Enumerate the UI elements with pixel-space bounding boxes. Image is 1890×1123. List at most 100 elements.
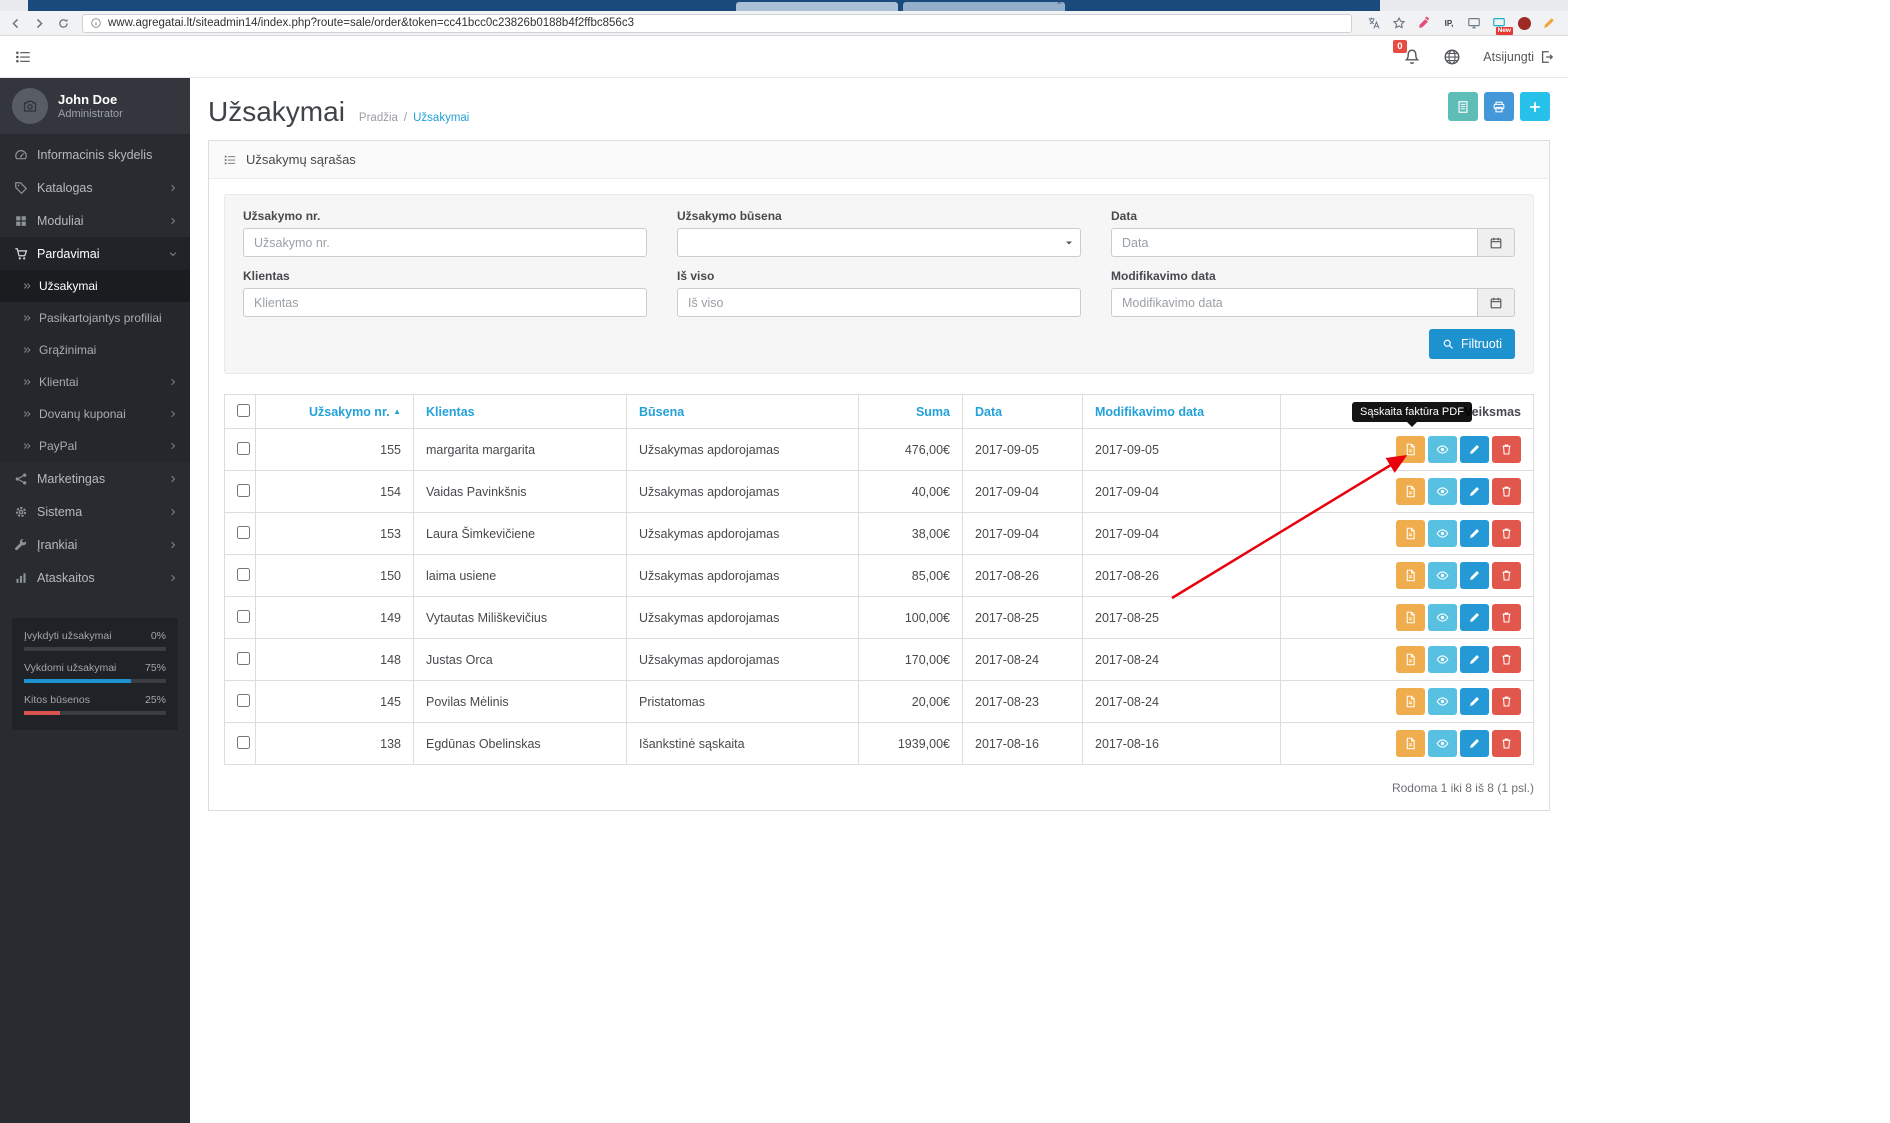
view-order-button[interactable] (1428, 562, 1457, 589)
logout-button[interactable]: Atsijungti (1483, 50, 1554, 64)
caret-down-icon (1063, 237, 1075, 249)
breadcrumb-separator: / (403, 112, 408, 124)
order-status-select[interactable] (677, 228, 1081, 257)
sort-total[interactable]: Suma (916, 405, 950, 419)
sidebar-subitem-returns[interactable]: Grąžinimai (0, 334, 190, 366)
forward-button[interactable] (30, 14, 49, 33)
edit-order-button[interactable] (1460, 562, 1489, 589)
edit-order-button[interactable] (1460, 688, 1489, 715)
delete-order-button[interactable] (1492, 688, 1521, 715)
sort-status[interactable]: Būsena (639, 405, 684, 419)
translate-icon[interactable] (1365, 14, 1383, 32)
delete-order-button[interactable] (1492, 436, 1521, 463)
view-order-button[interactable] (1428, 520, 1457, 547)
sidebar-item-tools[interactable]: Įrankiai (0, 528, 190, 561)
reload-button[interactable] (54, 14, 73, 33)
row-checkbox[interactable] (237, 441, 250, 455)
row-checkbox[interactable] (237, 693, 250, 707)
view-order-button[interactable] (1428, 604, 1457, 631)
invoice-pdf-button[interactable] (1396, 436, 1425, 463)
add-order-button[interactable] (1520, 92, 1550, 121)
sidebar-subitem-paypal[interactable]: PayPal (0, 430, 190, 462)
view-order-button[interactable] (1428, 730, 1457, 757)
invoice-pdf-button[interactable] (1396, 646, 1425, 673)
edit-order-button[interactable] (1460, 436, 1489, 463)
bookmark-star-icon[interactable] (1390, 14, 1408, 32)
sidebar-subitem-recurring-profiles[interactable]: Pasikartojantys profiliai (0, 302, 190, 334)
delete-order-button[interactable] (1492, 478, 1521, 505)
view-order-button[interactable] (1428, 646, 1457, 673)
filter-field-modified: Modifikavimo data (1111, 269, 1515, 317)
row-checkbox[interactable] (237, 651, 250, 665)
sidebar-item-dashboard[interactable]: Informacinis skydelis (0, 138, 190, 171)
sidebar-subitem-orders[interactable]: Užsakymai (0, 270, 190, 302)
sidebar-item-modules[interactable]: Moduliai (0, 204, 190, 237)
delete-order-button[interactable] (1492, 520, 1521, 547)
date-picker-button[interactable] (1478, 228, 1515, 257)
customer-input[interactable] (243, 288, 647, 317)
user-profile[interactable]: John Doe Administrator (0, 78, 190, 134)
invoice-pdf-button[interactable] (1396, 478, 1425, 505)
sidebar-item-system[interactable]: Sistema (0, 495, 190, 528)
sidebar-subitem-gift-vouchers[interactable]: Dovanų kuponai (0, 398, 190, 430)
invoice-pdf-button[interactable] (1396, 520, 1425, 547)
delete-order-button[interactable] (1492, 730, 1521, 757)
ip-extension-icon[interactable]: IP, (1440, 14, 1458, 32)
sidebar-item-catalog[interactable]: Katalogas (0, 171, 190, 204)
print-shipping-list-button[interactable] (1484, 92, 1514, 121)
page-info-icon[interactable] (90, 17, 102, 29)
edit-order-button[interactable] (1460, 730, 1489, 757)
modified-date-picker-button[interactable] (1478, 288, 1515, 317)
invoice-pdf-button[interactable] (1396, 562, 1425, 589)
modified-date-input[interactable] (1111, 288, 1478, 317)
browser-corner (0, 0, 28, 11)
print-invoice-button[interactable] (1448, 92, 1478, 121)
date-input[interactable] (1111, 228, 1478, 257)
order-nr-input[interactable] (243, 228, 647, 257)
storefront-button[interactable] (1443, 48, 1461, 66)
row-checkbox[interactable] (237, 483, 250, 497)
sidebar-item-reports[interactable]: Ataskaitos (0, 561, 190, 594)
invoice-pdf-button[interactable] (1396, 604, 1425, 631)
sidebar-item-marketing[interactable]: Marketingas (0, 462, 190, 495)
delete-order-button[interactable] (1492, 646, 1521, 673)
edit-extension-icon[interactable] (1540, 14, 1558, 32)
monitor-extension-icon[interactable] (1465, 14, 1483, 32)
sort-modified[interactable]: Modifikavimo data (1095, 405, 1204, 419)
row-checkbox[interactable] (237, 567, 250, 581)
edit-order-button[interactable] (1460, 478, 1489, 505)
colorpicker-extension-icon[interactable] (1415, 14, 1433, 32)
total-input[interactable] (677, 288, 1081, 317)
tab-close-icon[interactable]: × (1057, 0, 1062, 7)
edit-order-button[interactable] (1460, 646, 1489, 673)
view-order-button[interactable] (1428, 478, 1457, 505)
view-order-button[interactable] (1428, 688, 1457, 715)
sidebar-item-sales[interactable]: Pardavimai (0, 237, 190, 270)
row-checkbox[interactable] (237, 609, 250, 623)
edit-order-button[interactable] (1460, 604, 1489, 631)
breadcrumb-current[interactable]: Užsakymai (413, 112, 469, 124)
sort-order-nr[interactable]: Užsakymo nr. ▲ (309, 405, 401, 419)
session-extension-icon[interactable] (1515, 14, 1533, 32)
select-all-checkbox[interactable] (237, 403, 250, 417)
view-order-button[interactable] (1428, 436, 1457, 463)
edit-order-button[interactable] (1460, 520, 1489, 547)
invoice-pdf-button[interactable] (1396, 730, 1425, 757)
address-bar[interactable]: www.agregatai.lt/siteadmin14/index.php?r… (82, 13, 1352, 33)
row-checkbox[interactable] (237, 525, 250, 539)
sort-customer[interactable]: Klientas (426, 405, 475, 419)
back-button[interactable] (6, 14, 25, 33)
notifications-button[interactable]: 0 (1393, 39, 1421, 66)
livereload-extension-icon[interactable]: New (1490, 14, 1513, 35)
sidebar-subitem-customers[interactable]: Klientai (0, 366, 190, 398)
browser-tab[interactable] (736, 2, 898, 11)
menu-toggle-button[interactable] (14, 48, 32, 66)
delete-order-button[interactable] (1492, 562, 1521, 589)
filter-button[interactable]: Filtruoti (1429, 329, 1515, 359)
browser-tab[interactable]: × (903, 0, 1065, 11)
row-checkbox[interactable] (237, 735, 250, 749)
invoice-pdf-button[interactable] (1396, 688, 1425, 715)
sort-date[interactable]: Data (975, 405, 1002, 419)
delete-order-button[interactable] (1492, 604, 1521, 631)
breadcrumb-home[interactable]: Pradžia (359, 112, 398, 124)
